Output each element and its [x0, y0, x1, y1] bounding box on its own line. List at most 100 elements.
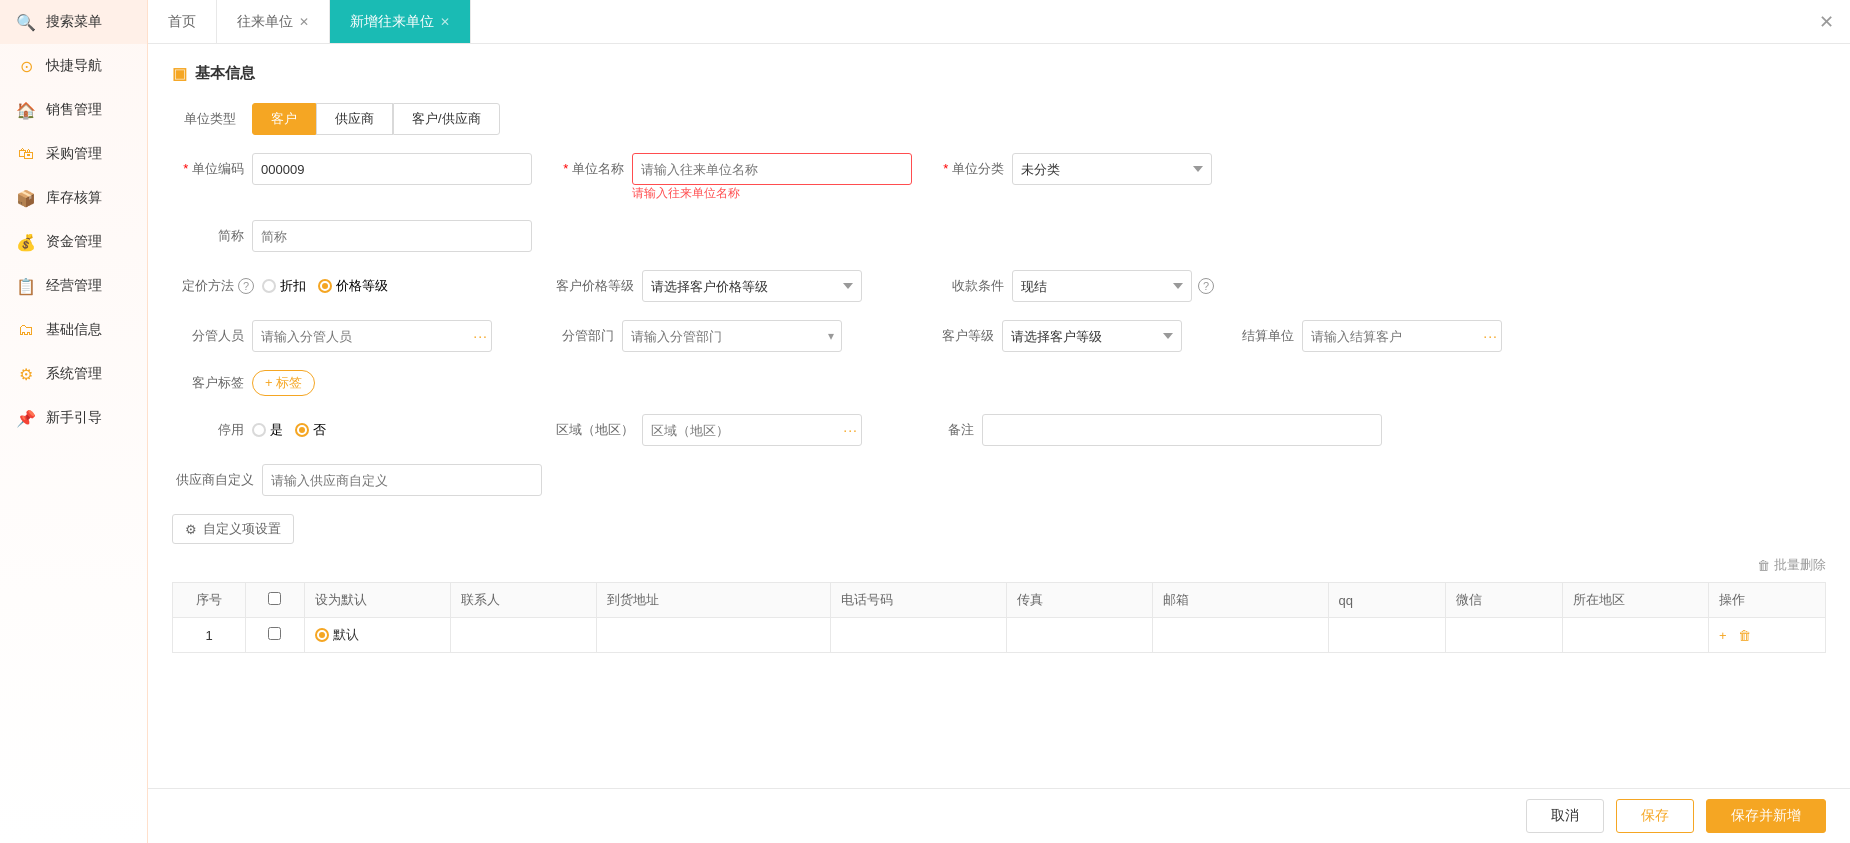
- disabled-no-radio[interactable]: 否: [295, 421, 326, 439]
- region-dots-btn[interactable]: ···: [843, 422, 858, 438]
- save-new-button[interactable]: 保存并新增: [1706, 799, 1826, 833]
- custom-settings-button[interactable]: ⚙ 自定义项设置: [172, 514, 294, 544]
- col-checkbox: [246, 583, 305, 618]
- cell-contact: [450, 618, 596, 653]
- default-radio-item[interactable]: 默认: [315, 626, 440, 644]
- section-icon: ▣: [172, 64, 187, 83]
- section-title: ▣ 基本信息: [172, 64, 1826, 83]
- sidebar-item-sales[interactable]: 🏠 销售管理: [0, 88, 147, 132]
- manager-row: 分管人员 ··· 分管部门 ▾ 客户等级: [172, 320, 1826, 352]
- disabled-yes-radio[interactable]: 是: [252, 421, 283, 439]
- unit-code-label: 单位编码: [172, 160, 252, 178]
- sidebar-item-guide[interactable]: 📌 新手引导: [0, 396, 147, 440]
- unit-type-row: 单位类型 客户 供应商 客户/供应商: [172, 103, 1826, 135]
- sidebar-label-operations: 经营管理: [46, 277, 102, 295]
- system-icon: ⚙: [16, 364, 36, 384]
- sidebar-item-finance[interactable]: 💰 资金管理: [0, 220, 147, 264]
- delete-row-btn[interactable]: 🗑: [1738, 628, 1751, 643]
- settlement-unit-label: 结算单位: [1232, 327, 1302, 345]
- type-btn-customer[interactable]: 客户: [252, 103, 316, 135]
- sidebar-item-purchase[interactable]: 🛍 采购管理: [0, 132, 147, 176]
- main-close-button[interactable]: ✕: [1803, 11, 1850, 33]
- payment-terms-select[interactable]: 现结: [1012, 270, 1192, 302]
- sidebar-label-inventory: 库存核算: [46, 189, 102, 207]
- tab-new-partner-close[interactable]: ✕: [440, 15, 450, 29]
- contact-table-section: 🗑 批量删除 序号 设为默认 联系人 到货地址 电话号码 传真: [172, 556, 1826, 653]
- type-btn-both[interactable]: 客户/供应商: [393, 103, 500, 135]
- tab-partner-close[interactable]: ✕: [299, 15, 309, 29]
- col-region: 所在地区: [1562, 583, 1708, 618]
- tab-home[interactable]: 首页: [148, 0, 217, 43]
- save-button[interactable]: 保存: [1616, 799, 1694, 833]
- sidebar-item-search[interactable]: 🔍 搜索菜单: [0, 0, 147, 44]
- add-row-btn[interactable]: +: [1719, 628, 1727, 643]
- region-label: 区域（地区）: [552, 421, 642, 439]
- sidebar-label-system: 系统管理: [46, 365, 102, 383]
- customer-tag-label: 客户标签: [172, 374, 252, 392]
- pricing-radio-group: 折扣 价格等级: [262, 277, 388, 295]
- batch-delete-btn[interactable]: 🗑 批量删除: [1757, 556, 1826, 574]
- tab-home-label: 首页: [168, 13, 196, 31]
- remarks-input[interactable]: [982, 414, 1382, 446]
- cell-address: [597, 618, 831, 653]
- settlement-dots-btn[interactable]: ···: [1483, 328, 1498, 344]
- level-label: 价格等级: [336, 277, 388, 295]
- col-qq: qq: [1328, 583, 1445, 618]
- unit-name-input[interactable]: [632, 153, 912, 185]
- type-btn-supplier[interactable]: 供应商: [316, 103, 393, 135]
- tab-new-partner-label: 新增往来单位: [350, 13, 434, 31]
- customer-price-select[interactable]: 请选择客户价格等级: [642, 270, 862, 302]
- sidebar: 🔍 搜索菜单 ⊙ 快捷导航 🏠 销售管理 🛍 采购管理 📦 库存核算 💰 资金管…: [0, 0, 148, 843]
- sidebar-item-basic-info[interactable]: 🗂 基础信息: [0, 308, 147, 352]
- settlement-input[interactable]: [1302, 320, 1502, 352]
- level-radio-circle: [318, 279, 332, 293]
- col-email: 邮箱: [1153, 583, 1329, 618]
- row-checkbox[interactable]: [268, 627, 281, 640]
- manager-input-group: ···: [252, 320, 492, 352]
- disabled-label: 停用: [172, 421, 252, 439]
- manager-input[interactable]: [252, 320, 492, 352]
- add-tag-button[interactable]: + 标签: [252, 370, 315, 396]
- batch-delete-icon: 🗑: [1757, 558, 1770, 573]
- cell-region: [1562, 618, 1708, 653]
- cell-qq: [1328, 618, 1445, 653]
- disabled-no-label: 否: [313, 421, 326, 439]
- department-input[interactable]: [622, 320, 842, 352]
- unit-category-select[interactable]: 未分类: [1012, 153, 1212, 185]
- pricing-level-radio[interactable]: 价格等级: [318, 277, 388, 295]
- cancel-button[interactable]: 取消: [1526, 799, 1604, 833]
- abbr-input[interactable]: [252, 220, 532, 252]
- sidebar-item-quick-nav[interactable]: ⊙ 快捷导航: [0, 44, 147, 88]
- customer-level-wrapper: 请选择客户等级: [1002, 320, 1182, 352]
- cell-wechat: [1445, 618, 1562, 653]
- sidebar-item-system[interactable]: ⚙ 系统管理: [0, 352, 147, 396]
- sidebar-item-operations[interactable]: 📋 经营管理: [0, 264, 147, 308]
- contact-table: 序号 设为默认 联系人 到货地址 电话号码 传真 邮箱 qq 微信 所在地区 操…: [172, 582, 1826, 653]
- tab-new-partner[interactable]: 新增往来单位 ✕: [330, 0, 471, 43]
- department-label: 分管部门: [552, 327, 622, 345]
- payment-terms-label: 收款条件: [932, 277, 1012, 295]
- disabled-row: 停用 是 否 区域（地区）: [172, 414, 1826, 446]
- col-phone: 电话号码: [831, 583, 1007, 618]
- tab-partner-label: 往来单位: [237, 13, 293, 31]
- customer-level-select[interactable]: 请选择客户等级: [1002, 320, 1182, 352]
- manager-dots-btn[interactable]: ···: [473, 328, 488, 344]
- unit-name-label: 单位名称: [552, 160, 632, 178]
- tab-partner[interactable]: 往来单位 ✕: [217, 0, 330, 43]
- sidebar-item-inventory[interactable]: 📦 库存核算: [0, 176, 147, 220]
- pricing-help-icon[interactable]: ?: [238, 278, 254, 294]
- discount-radio-circle: [262, 279, 276, 293]
- sidebar-label-basic-info: 基础信息: [46, 321, 102, 339]
- unit-code-input[interactable]: [252, 153, 532, 185]
- customer-price-wrapper: 请选择客户价格等级: [642, 270, 862, 302]
- supplier-custom-label: 供应商自定义: [172, 471, 262, 489]
- supplier-custom-input[interactable]: [262, 464, 542, 496]
- select-all-checkbox[interactable]: [268, 592, 281, 605]
- disabled-radio-group: 是 否: [252, 421, 326, 439]
- unit-category-wrapper: 未分类: [1012, 153, 1212, 185]
- unit-name-error: 请输入往来单位名称: [632, 186, 740, 200]
- region-input[interactable]: [642, 414, 862, 446]
- unit-category-label: 单位分类: [932, 160, 1012, 178]
- payment-help-icon[interactable]: ?: [1198, 278, 1214, 294]
- pricing-discount-radio[interactable]: 折扣: [262, 277, 306, 295]
